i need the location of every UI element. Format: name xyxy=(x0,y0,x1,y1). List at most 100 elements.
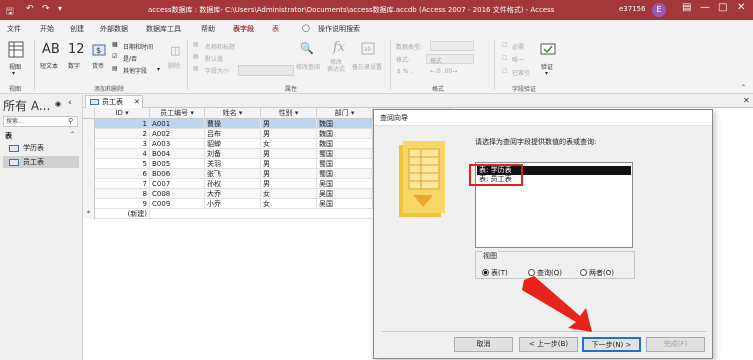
chevron-down-icon[interactable]: ▾ xyxy=(12,70,15,77)
table-cell[interactable]: B006 xyxy=(150,169,205,179)
collapse-pane-icon[interactable]: ‹ xyxy=(68,98,72,108)
row-selector[interactable] xyxy=(83,129,95,139)
date-time-button[interactable]: 日期和时间 xyxy=(123,42,153,51)
tab-table-fields[interactable]: 表字段 xyxy=(233,24,254,38)
table-cell[interactable]: 9 xyxy=(95,199,150,209)
modify-lookups-button[interactable]: 修改查阅 xyxy=(296,62,320,71)
data-type-select[interactable] xyxy=(430,41,474,51)
table-cell[interactable]: B004 xyxy=(150,149,205,159)
delete-button[interactable]: 删除 xyxy=(168,61,180,70)
percent-icon[interactable]: $ % , xyxy=(397,68,412,75)
new-record-cell[interactable]: (新建) xyxy=(95,209,150,219)
customize-icon[interactable]: ▾ xyxy=(58,4,62,13)
currency-icon[interactable]: $ xyxy=(92,43,106,57)
table-cell[interactable]: 3 xyxy=(95,139,150,149)
user-name[interactable]: e37156 xyxy=(619,5,646,13)
close-icon[interactable]: ✕ xyxy=(737,2,745,13)
more-fields-button[interactable]: 其他字段 xyxy=(123,66,147,75)
tell-me-search[interactable]: 操作说明搜索 xyxy=(318,24,360,34)
column-header[interactable]: ID ▾ xyxy=(95,108,150,119)
close-tab-icon[interactable]: ✕ xyxy=(134,96,140,108)
doc-tab-employee[interactable]: 员工表 ✕ xyxy=(85,95,143,108)
table-cell[interactable]: C007 xyxy=(150,179,205,189)
maximize-icon[interactable]: □ xyxy=(718,2,727,13)
table-cell[interactable]: 蜀国 xyxy=(317,159,373,169)
table-cell[interactable]: 男 xyxy=(261,149,317,159)
table-cell[interactable]: 张飞 xyxy=(205,169,261,179)
cancel-button[interactable]: 取消 xyxy=(454,337,513,352)
chevron-down-icon[interactable]: ▾ xyxy=(157,66,160,73)
row-selector[interactable] xyxy=(83,199,95,209)
validation-icon[interactable] xyxy=(540,42,556,58)
table-cell[interactable]: 1 xyxy=(95,119,150,129)
default-value-button[interactable]: 默认值 xyxy=(205,54,223,63)
select-all-corner[interactable] xyxy=(83,108,95,119)
row-selector[interactable] xyxy=(83,179,95,189)
table-cell[interactable]: 孙权 xyxy=(205,179,261,189)
next-button[interactable]: 下一步(N) > xyxy=(582,337,641,352)
minimize-icon[interactable]: — xyxy=(700,2,710,13)
table-cell[interactable]: 大乔 xyxy=(205,189,261,199)
name-caption-button[interactable]: 名称和标题 xyxy=(205,42,235,51)
nav-menu-icon[interactable]: ◉ xyxy=(55,100,61,108)
nav-item-employee-table[interactable]: 员工表 xyxy=(3,156,79,168)
short-text-icon[interactable]: AB xyxy=(42,42,60,57)
table-cell[interactable]: C009 xyxy=(150,199,205,209)
radio-tables[interactable]: 表(T) xyxy=(482,268,508,278)
table-cell[interactable]: 关羽 xyxy=(205,159,261,169)
indexed-checkbox[interactable]: ☐ xyxy=(502,68,507,75)
save-icon[interactable]: 🖫 xyxy=(6,4,14,20)
table-cell[interactable]: 男 xyxy=(261,129,317,139)
table-cell[interactable]: 吴国 xyxy=(317,189,373,199)
number-icon[interactable]: 12 xyxy=(68,42,85,57)
table-cell[interactable]: C008 xyxy=(150,189,205,199)
nav-group-tables[interactable]: 表 xyxy=(5,131,12,141)
row-selector[interactable] xyxy=(83,139,95,149)
column-header[interactable]: 姓名 ▾ xyxy=(205,108,261,119)
tab-database-tools[interactable]: 数据库工具 xyxy=(146,24,181,34)
table-cell[interactable]: 蜀国 xyxy=(317,169,373,179)
tab-create[interactable]: 创建 xyxy=(70,24,84,34)
tab-help[interactable]: 帮助 xyxy=(201,24,215,34)
table-cell[interactable]: A001 xyxy=(150,119,205,129)
table-cell[interactable]: 5 xyxy=(95,159,150,169)
table-cell[interactable]: 魏国 xyxy=(317,139,373,149)
finish-button[interactable]: 完成(F) xyxy=(646,337,705,352)
row-selector[interactable] xyxy=(83,169,95,179)
table-cell[interactable]: 男 xyxy=(261,179,317,189)
table-cell[interactable]: B005 xyxy=(150,159,205,169)
table-cell[interactable]: 女 xyxy=(261,199,317,209)
avatar[interactable]: E xyxy=(652,3,666,17)
format-select[interactable]: 格式 xyxy=(426,54,474,65)
close-document-icon[interactable]: ✕ xyxy=(743,96,750,105)
table-cell[interactable]: 8 xyxy=(95,189,150,199)
short-text-button[interactable]: 短文本 xyxy=(40,61,58,70)
modify-expression-button[interactable]: 修改 表达式 xyxy=(327,59,345,73)
undo-icon[interactable]: ↶ xyxy=(26,4,34,14)
row-selector[interactable] xyxy=(83,189,95,199)
table-cell[interactable]: A002 xyxy=(150,129,205,139)
view-icon[interactable] xyxy=(8,41,24,58)
table-cell[interactable]: A003 xyxy=(150,139,205,149)
table-cell[interactable]: 男 xyxy=(261,119,317,129)
table-cell[interactable]: 刘备 xyxy=(205,149,261,159)
restore-ribbon-icon[interactable]: ▤ xyxy=(682,2,691,13)
nav-search-input[interactable]: 搜索... ⚲ xyxy=(3,116,78,127)
table-cell[interactable]: 蜀国 xyxy=(317,149,373,159)
table-cell[interactable]: 4 xyxy=(95,149,150,159)
row-selector[interactable] xyxy=(83,149,95,159)
required-checkbox[interactable]: ☐ xyxy=(502,42,507,49)
table-cell[interactable]: 魏国 xyxy=(317,119,373,129)
table-cell[interactable]: 吴国 xyxy=(317,179,373,189)
chevron-down-icon[interactable]: ▾ xyxy=(545,70,548,77)
table-cell[interactable]: 男 xyxy=(261,159,317,169)
unique-checkbox[interactable]: ☐ xyxy=(502,55,507,62)
table-cell[interactable]: 2 xyxy=(95,129,150,139)
table-cell[interactable]: 小乔 xyxy=(205,199,261,209)
tab-file[interactable]: 文件 xyxy=(7,24,21,34)
collapse-ribbon-icon[interactable]: ⌃ xyxy=(741,84,746,91)
tab-external-data[interactable]: 外部数据 xyxy=(100,24,128,34)
back-button[interactable]: < 上一步(B) xyxy=(519,337,578,352)
number-button[interactable]: 数字 xyxy=(68,61,80,70)
column-header[interactable]: 员工编号 ▾ xyxy=(150,108,205,119)
